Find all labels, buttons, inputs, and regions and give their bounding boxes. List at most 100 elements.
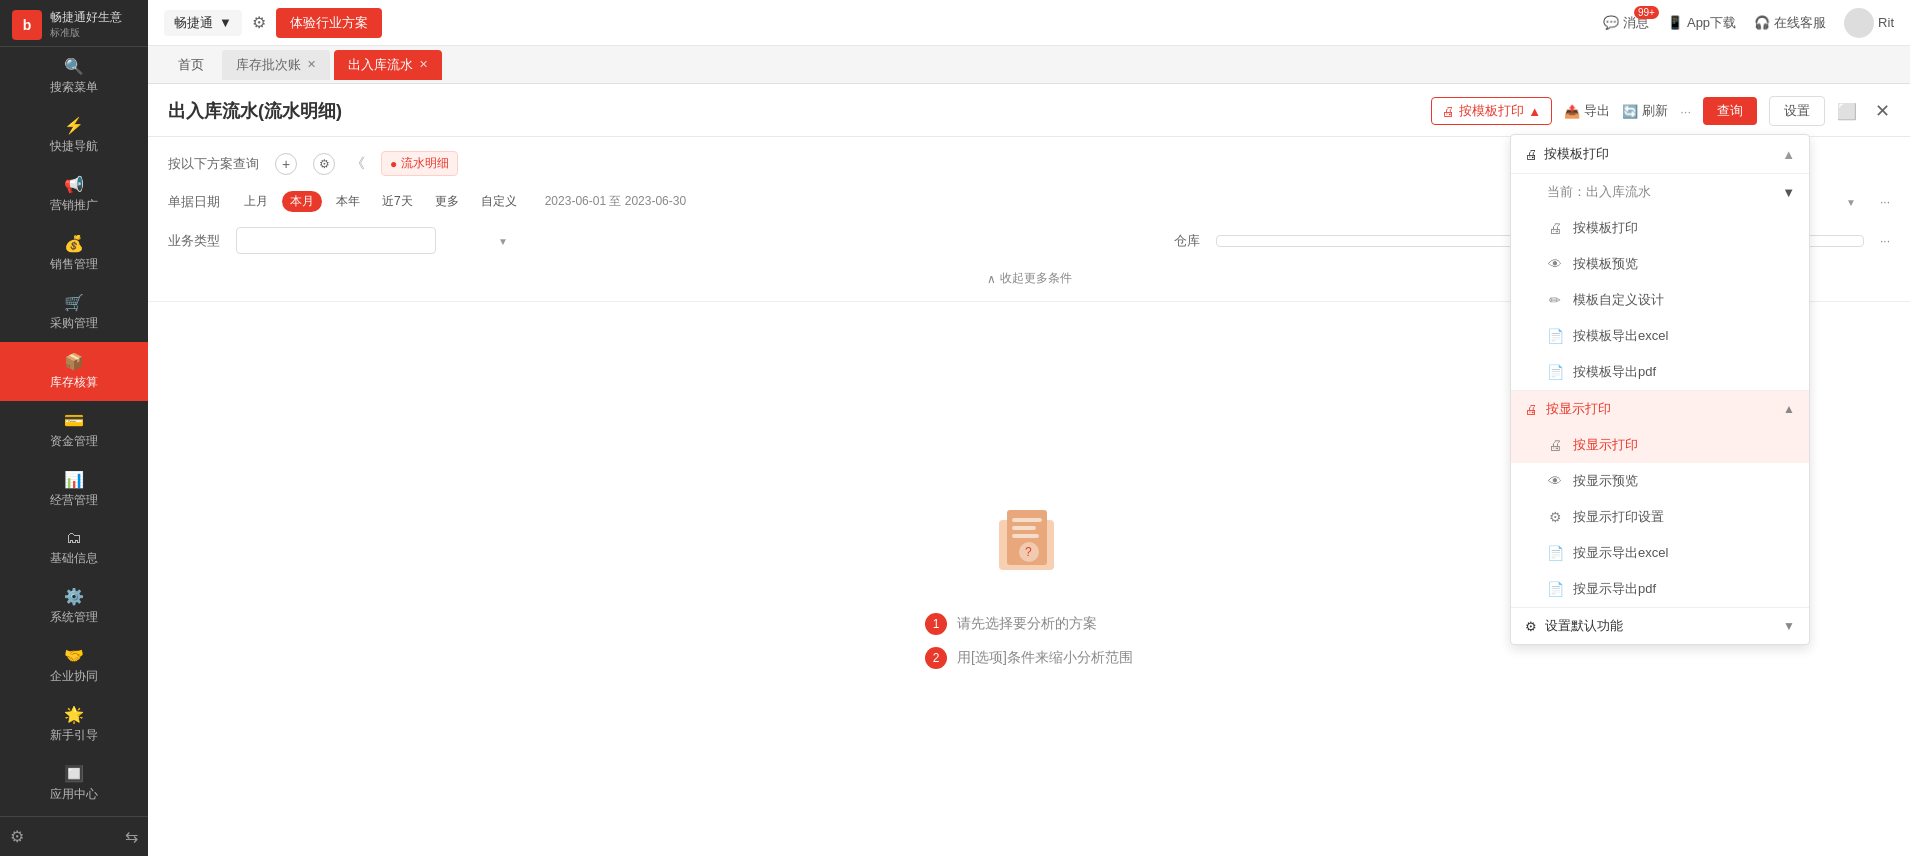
search-icon: 🔍	[64, 57, 84, 76]
step-2-text: 用[选项]条件来缩小分析范围	[957, 649, 1133, 667]
online-service-label: 在线客服	[1774, 14, 1826, 32]
empty-step-2: 2 用[选项]条件来缩小分析范围	[925, 647, 1133, 669]
template-export-excel-icon: 📄	[1547, 328, 1563, 344]
template-print-icon: 🖨	[1547, 220, 1563, 236]
sidebar-item-finance[interactable]: 💳 资金管理	[0, 401, 148, 460]
more-actions-icon[interactable]: ···	[1680, 104, 1691, 119]
display-print-label: 按显示打印	[1573, 436, 1638, 454]
sidebar-item-quick-nav[interactable]: ⚡ 快捷导航	[0, 106, 148, 165]
main-content: 畅捷通 ▼ ⚙ 体验行业方案 💬 消息 99+ 📱 App下载 🎧	[148, 0, 1910, 856]
display-export-excel-label: 按显示导出excel	[1573, 544, 1668, 562]
collapse-footer-icon[interactable]: ⇆	[125, 827, 138, 846]
print-dropdown-arrow[interactable]: ▲	[1528, 104, 1541, 119]
logo-icon: b	[12, 10, 42, 40]
tab-batch-account-close[interactable]: ✕	[307, 58, 316, 71]
query-button[interactable]: 查询	[1703, 97, 1757, 125]
date-btn-this-month[interactable]: 本月	[282, 191, 322, 212]
app-download-button[interactable]: 📱 App下载	[1667, 14, 1736, 32]
default-func-icon: ⚙	[1525, 619, 1537, 634]
topbar-right: 💬 消息 99+ 📱 App下载 🎧 在线客服 Rit	[1603, 8, 1894, 38]
dropdown-item-display-export-excel[interactable]: 📄 按显示导出excel	[1511, 535, 1809, 571]
expand-icon[interactable]: ⬜	[1837, 102, 1857, 121]
empty-step-1: 1 请先选择要分析的方案	[925, 613, 1133, 635]
sidebar-item-guide[interactable]: 🌟 新手引导	[0, 695, 148, 754]
template-preview-label: 按模板预览	[1573, 255, 1638, 273]
basic-label: 基础信息	[50, 550, 98, 567]
message-button[interactable]: 💬 消息 99+	[1603, 14, 1649, 32]
sidebar-item-system[interactable]: ⚙️ 系统管理	[0, 577, 148, 636]
dropdown-item-display-preview[interactable]: 👁 按显示预览	[1511, 463, 1809, 499]
filter-setting-button[interactable]: ⚙	[313, 153, 335, 175]
dropdown-close-arrow[interactable]: ▲	[1782, 147, 1795, 162]
sidebar-item-apps[interactable]: 🔲 应用中心	[0, 754, 148, 813]
print-template-button[interactable]: 🖨 按模板打印 ▲	[1431, 97, 1552, 125]
guide-label: 新手引导	[50, 727, 98, 744]
sales-label: 销售管理	[50, 256, 98, 273]
dropdown-item-template-export-excel[interactable]: 📄 按模板导出excel	[1511, 318, 1809, 354]
settings-button[interactable]: 设置	[1769, 96, 1825, 126]
date-btn-7days[interactable]: 近7天	[374, 191, 421, 212]
account-selector[interactable]: 畅捷通 ▼	[164, 10, 242, 36]
dropdown-item-template-export-pdf[interactable]: 📄 按模板导出pdf	[1511, 354, 1809, 390]
dropdown-item-template-preview[interactable]: 👁 按模板预览	[1511, 246, 1809, 282]
dropdown-item-template-custom[interactable]: ✏ 模板自定义设计	[1511, 282, 1809, 318]
sidebar-item-operations[interactable]: 📊 经营管理	[0, 460, 148, 519]
dropdown-item-display-export-pdf[interactable]: 📄 按显示导出pdf	[1511, 571, 1809, 607]
basic-icon: 🗂	[66, 529, 82, 547]
svg-rect-3	[1012, 526, 1036, 530]
export-button[interactable]: 📤 导出	[1564, 102, 1610, 120]
close-page-icon[interactable]: ✕	[1875, 100, 1890, 122]
filter-collapse-button[interactable]: 《	[351, 155, 365, 173]
date-btn-more[interactable]: 更多	[427, 191, 467, 212]
quick-nav-label: 快捷导航	[50, 138, 98, 155]
sidebar-item-purchase[interactable]: 🛒 采购管理	[0, 283, 148, 342]
filter-tag-flow[interactable]: ● 流水明细	[381, 151, 458, 176]
tab-flow-label: 出入库流水	[348, 56, 413, 74]
sidebar-item-marketing[interactable]: 📢 营销推广	[0, 165, 148, 224]
dropdown-item-display-print[interactable]: 🖨 按显示打印	[1511, 427, 1809, 463]
date-btn-last-month[interactable]: 上月	[236, 191, 276, 212]
enterprise-icon: 🤝	[64, 646, 84, 665]
message-badge: 99+	[1634, 6, 1659, 19]
dropdown-item-template-print[interactable]: 🖨 按模板打印	[1511, 210, 1809, 246]
template-print-label: 按模板打印	[1573, 219, 1638, 237]
user-menu[interactable]: Rit	[1844, 8, 1894, 38]
display-export-excel-icon: 📄	[1547, 545, 1563, 561]
warehouse-more-btn[interactable]: ···	[1880, 234, 1890, 248]
tab-home[interactable]: 首页	[164, 50, 218, 80]
step-1-number: 1	[925, 613, 947, 635]
trial-button[interactable]: 体验行业方案	[276, 8, 382, 38]
settings-footer-icon[interactable]: ⚙	[10, 827, 24, 846]
sidebar-item-sales[interactable]: 💰 销售管理	[0, 224, 148, 283]
receipt-type-more-btn[interactable]: ···	[1880, 195, 1890, 209]
online-service-button[interactable]: 🎧 在线客服	[1754, 14, 1826, 32]
logo-sub: 标准版	[50, 26, 122, 40]
dropdown-current-template[interactable]: 当前：出入库流水 ▼	[1511, 174, 1809, 210]
sidebar-item-inventory[interactable]: 📦 库存核算	[0, 342, 148, 401]
refresh-button[interactable]: 🔄 刷新	[1622, 102, 1668, 120]
date-btn-this-year[interactable]: 本年	[328, 191, 368, 212]
tab-flow-close[interactable]: ✕	[419, 58, 428, 71]
sidebar-item-search[interactable]: 🔍 搜索菜单	[0, 47, 148, 106]
filter-add-button[interactable]: +	[275, 153, 297, 175]
tabs-bar: 首页 库存批次账 ✕ 出入库流水 ✕	[148, 46, 1910, 84]
svg-rect-4	[1012, 534, 1039, 538]
default-func-group[interactable]: ⚙ 设置默认功能 ▼	[1511, 608, 1809, 644]
date-btn-custom[interactable]: 自定义	[473, 191, 525, 212]
topbar-settings-icon[interactable]: ⚙	[252, 13, 266, 32]
display-print-group[interactable]: 🖨 按显示打印 ▲	[1511, 391, 1809, 427]
dropdown-items: 🖨 按模板打印 👁 按模板预览 ✏ 模板自定义设计 📄 按模板导出excel 📄…	[1511, 210, 1809, 390]
quick-nav-icon: ⚡	[64, 116, 84, 135]
inventory-icon: 📦	[64, 352, 84, 371]
print-template-label: 按模板打印	[1459, 102, 1524, 120]
biz-type-select[interactable]	[236, 227, 436, 254]
system-label: 系统管理	[50, 609, 98, 626]
tab-batch-account[interactable]: 库存批次账 ✕	[222, 50, 330, 80]
sidebar-item-basic[interactable]: 🗂 基础信息	[0, 519, 148, 577]
dropdown-item-display-print-settings[interactable]: ⚙ 按显示打印设置	[1511, 499, 1809, 535]
template-export-excel-label: 按模板导出excel	[1573, 327, 1668, 345]
template-preview-icon: 👁	[1547, 256, 1563, 272]
tab-flow[interactable]: 出入库流水 ✕	[334, 50, 442, 80]
sidebar-item-enterprise[interactable]: 🤝 企业协同	[0, 636, 148, 695]
current-template-arrow: ▼	[1782, 185, 1795, 200]
